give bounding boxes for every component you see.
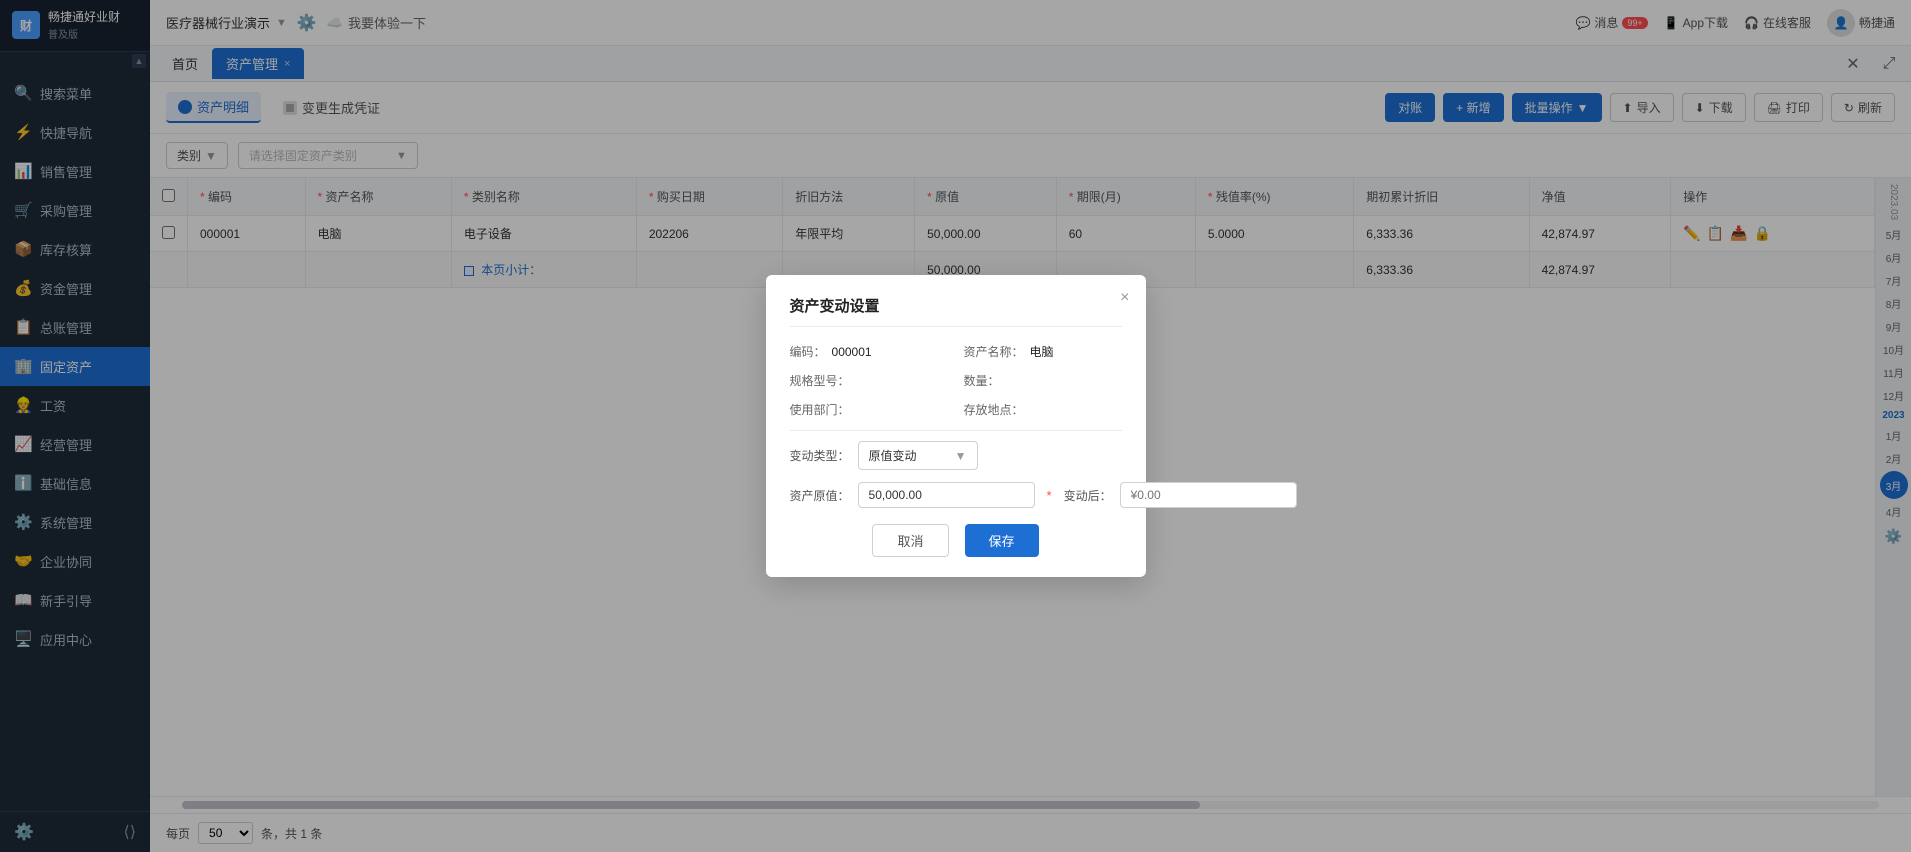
modal-asset-name-label: 资产名称：	[964, 343, 1024, 360]
modal-row-code-name: 编码： 000001 资产名称： 电脑	[790, 343, 1122, 360]
modal-change-type-value: 原值变动	[869, 447, 917, 464]
modal-row-dept-location: 使用部门： 存放地点：	[790, 401, 1122, 418]
modal-save-button[interactable]: 保存	[965, 524, 1039, 557]
modal-qty-label: 数量：	[964, 372, 1000, 389]
modal-location-field: 存放地点：	[964, 401, 1122, 418]
modal-original-value-input[interactable]	[858, 482, 1035, 508]
modal-change-type-label: 变动类型：	[790, 447, 850, 464]
modal-code-label: 编码：	[790, 343, 826, 360]
modal-qty-field: 数量：	[964, 372, 1122, 389]
modal-divider	[790, 430, 1122, 431]
modal-overlay[interactable]: 资产变动设置 × 编码： 000001 资产名称： 电脑 规格型号： 数量：	[0, 0, 1911, 852]
modal-cancel-button[interactable]: 取消	[872, 524, 948, 557]
modal-model-field: 规格型号：	[790, 372, 948, 389]
modal-close-button[interactable]: ×	[1120, 289, 1129, 307]
change-type-dropdown-icon: ▼	[955, 449, 967, 463]
required-mark: *	[1047, 488, 1052, 503]
modal-after-change-label: 变动后：	[1064, 487, 1112, 504]
modal-original-value-label: 资产原值：	[790, 487, 850, 504]
modal-code-field: 编码： 000001	[790, 343, 948, 360]
modal-footer: 取消 保存	[790, 524, 1122, 557]
modal-asset-name-field: 资产名称： 电脑	[964, 343, 1122, 360]
modal-asset-name-value: 电脑	[1030, 343, 1054, 360]
modal-code-value: 000001	[832, 345, 872, 359]
modal-row-model-qty: 规格型号： 数量：	[790, 372, 1122, 389]
modal-dept-label: 使用部门：	[790, 401, 850, 418]
modal-change-type-row: 变动类型： 原值变动 ▼	[790, 441, 1122, 470]
modal-dept-field: 使用部门：	[790, 401, 948, 418]
asset-change-modal: 资产变动设置 × 编码： 000001 资产名称： 电脑 规格型号： 数量：	[766, 275, 1146, 577]
modal-value-row: 资产原值： * 变动后：	[790, 482, 1122, 508]
modal-change-type-select[interactable]: 原值变动 ▼	[858, 441, 978, 470]
modal-model-label: 规格型号：	[790, 372, 850, 389]
modal-after-change-input[interactable]	[1120, 482, 1297, 508]
modal-title: 资产变动设置	[790, 295, 1122, 327]
modal-location-label: 存放地点：	[964, 401, 1024, 418]
